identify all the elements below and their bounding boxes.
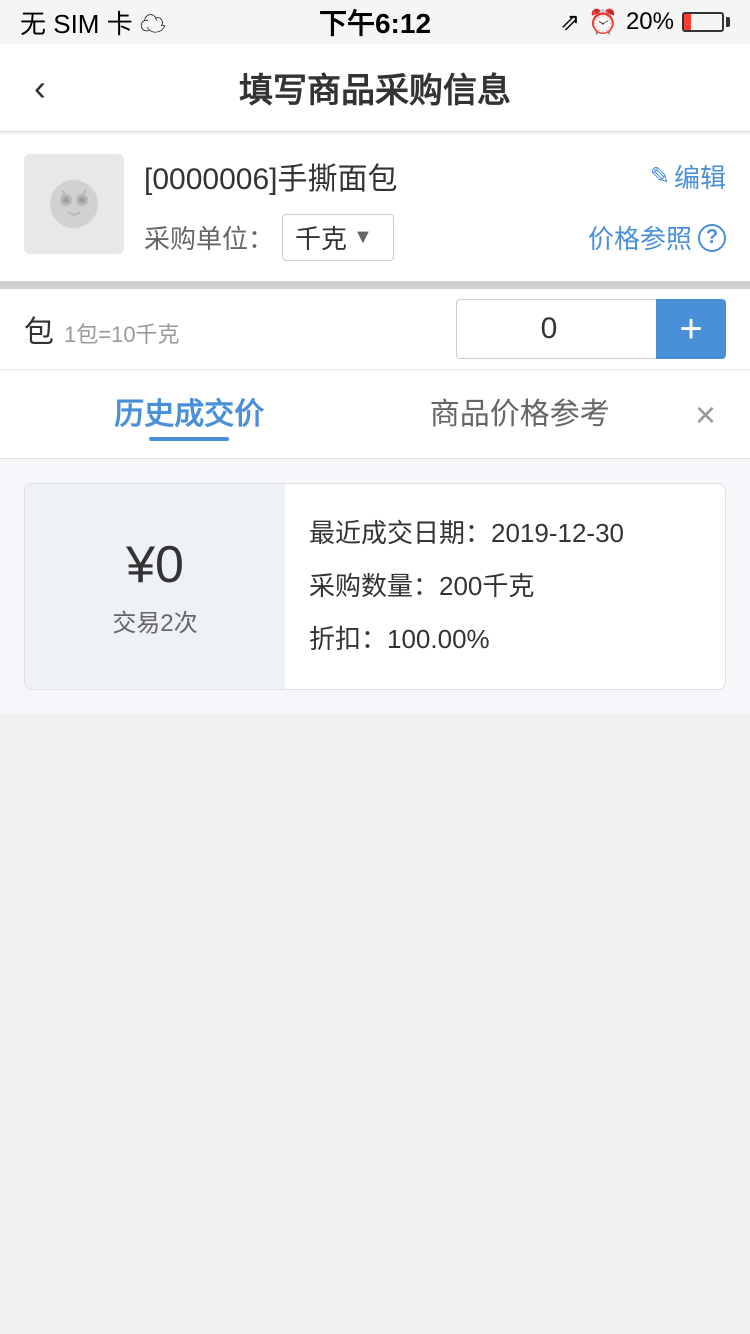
quantity-section: 包 1包=10千克 + (0, 289, 750, 369)
close-panel-button[interactable]: × (685, 384, 726, 446)
purchase-qty-row: 采购数量：200千克 (309, 567, 701, 606)
price-cards-area: ¥0 交易2次 最近成交日期：2019-12-30 采购数量：200千克 折扣：… (0, 459, 750, 714)
tab-active-indicator (149, 437, 229, 441)
status-time: 下午6:12 (319, 2, 431, 42)
nav-bar: ‹ 填写商品采购信息 (0, 44, 750, 132)
edit-icon: ✎ (650, 162, 670, 191)
battery-percent: 20% (626, 8, 674, 36)
price-ref-label: 价格参照 (588, 219, 692, 256)
price-value: 0 (155, 536, 184, 594)
unit-selector[interactable]: 千克 ▼ (282, 214, 394, 261)
tab-product-price-reference[interactable]: 商品价格参考 (354, 389, 684, 441)
status-bar: 无 SIM 卡 ☁ 下午6:12 ⇗ ⏰ 20% (0, 0, 750, 44)
tabs-row: 历史成交价 商品价格参考 × (0, 371, 750, 459)
status-left: 无 SIM 卡 ☁ (20, 4, 166, 41)
price-card-left: ¥0 交易2次 (25, 484, 285, 689)
section-divider (0, 281, 750, 289)
sim-status: 无 SIM 卡 ☁ (20, 4, 166, 41)
trade-count-label: 交易2次 (112, 603, 197, 638)
location-icon: ⇗ (560, 8, 580, 37)
discount-label: 折扣： (309, 624, 387, 654)
product-logo-icon (44, 174, 104, 234)
purchase-qty-value: 200千克 (439, 571, 534, 601)
price-reference-panel: 历史成交价 商品价格参考 × ¥0 交易2次 最近成交日期：2019-12-30… (0, 371, 750, 714)
currency-symbol: ¥ (126, 536, 155, 594)
quantity-conversion-label: 1包=10千克 (64, 317, 180, 349)
back-button[interactable]: ‹ (24, 57, 56, 119)
edit-label: 编辑 (674, 158, 726, 195)
recent-date-label: 最近成交日期： (309, 518, 491, 548)
dropdown-arrow-icon: ▼ (353, 226, 373, 249)
purchase-qty-label: 采购数量： (309, 571, 439, 601)
discount-row: 折扣：100.00% (309, 620, 701, 659)
price-card-right: 最近成交日期：2019-12-30 采购数量：200千克 折扣：100.00% (285, 484, 725, 689)
tab-history-price[interactable]: 历史成交价 (24, 389, 354, 441)
price-amount-display: ¥0 (126, 535, 184, 595)
product-name: [0000006]手撕面包 (144, 154, 397, 198)
alarm-icon: ⏰ (588, 8, 618, 37)
quantity-input[interactable] (456, 299, 656, 359)
price-reference-button[interactable]: 价格参照 ? (588, 219, 726, 256)
tab-product-price-label: 商品价格参考 (430, 398, 610, 431)
tab-history-price-label: 历史成交价 (114, 398, 264, 431)
quantity-plus-button[interactable]: + (656, 299, 726, 359)
page-title: 填写商品采购信息 (239, 63, 511, 112)
product-info: [0000006]手撕面包 ✎ 编辑 采购单位： 千克 ▼ 价格参照 ? (144, 154, 726, 261)
unit-value: 千克 (295, 219, 347, 256)
recent-date-value: 2019-12-30 (491, 518, 624, 548)
battery-indicator (682, 12, 730, 32)
product-thumbnail (24, 154, 124, 254)
status-right: ⇗ ⏰ 20% (560, 8, 730, 37)
purchase-unit-label: 采购单位： (144, 219, 274, 256)
quantity-unit-label: 包 (24, 307, 54, 351)
help-icon: ? (698, 224, 726, 252)
price-card: ¥0 交易2次 最近成交日期：2019-12-30 采购数量：200千克 折扣：… (24, 483, 726, 690)
product-section: [0000006]手撕面包 ✎ 编辑 采购单位： 千克 ▼ 价格参照 ? (0, 134, 750, 281)
discount-value: 100.00% (387, 624, 490, 654)
recent-date-row: 最近成交日期：2019-12-30 (309, 514, 701, 553)
edit-button[interactable]: ✎ 编辑 (650, 158, 726, 195)
